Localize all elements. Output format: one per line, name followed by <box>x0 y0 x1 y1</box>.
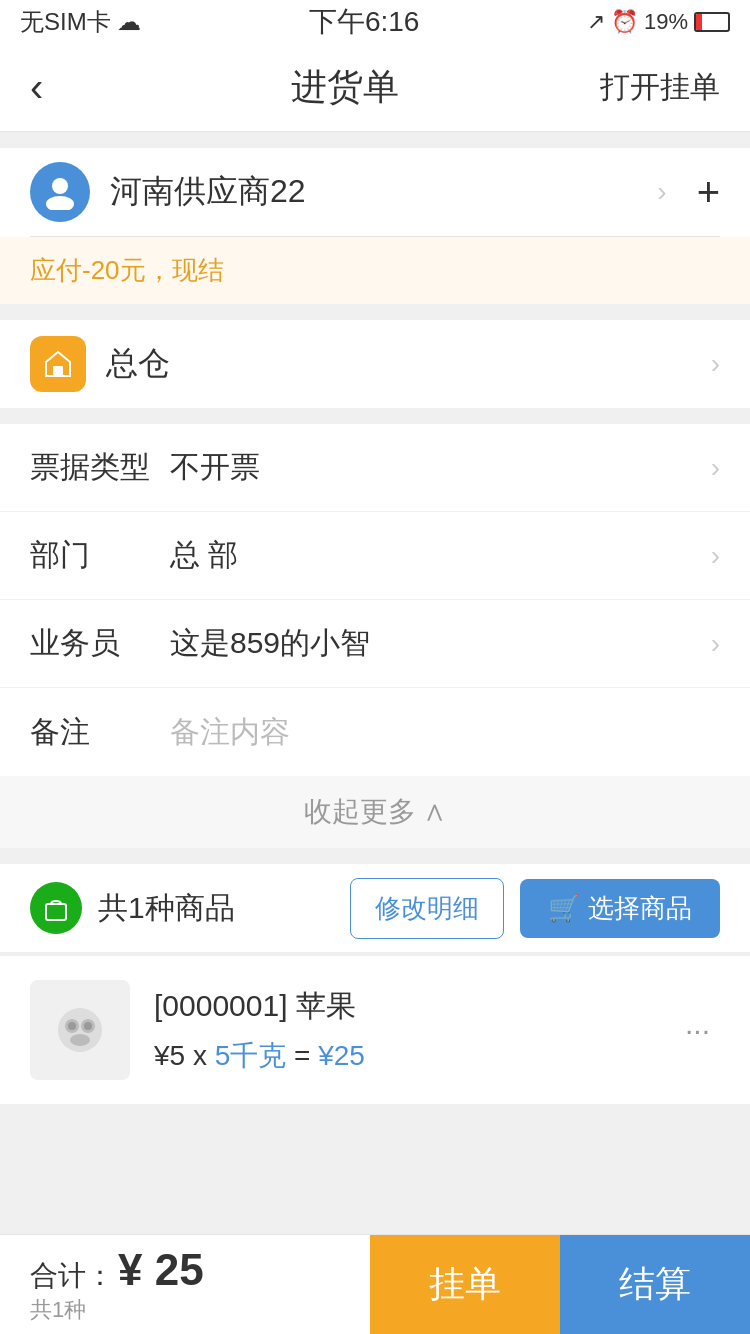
bottom-padding <box>0 1104 750 1224</box>
battery-icon <box>694 12 730 32</box>
open-pending-button[interactable]: 打开挂单 <box>600 67 720 108</box>
invoice-type-label: 票据类型 <box>30 447 170 488</box>
battery-text: 19% <box>644 9 688 35</box>
status-time: 下午6:16 <box>309 3 420 41</box>
warehouse-row[interactable]: 总仓 › <box>0 320 750 408</box>
remark-label: 备注 <box>30 712 170 753</box>
warehouse-icon <box>30 336 86 392</box>
collapse-button[interactable]: 收起更多 ∧ <box>0 776 750 848</box>
product-info: [0000001] 苹果 ¥5 x 5千克 = ¥25 <box>154 986 675 1075</box>
status-right: ↗ ⏰ 19% <box>587 9 730 35</box>
salesperson-value: 这是859的小智 <box>170 623 711 664</box>
svg-point-8 <box>84 1022 92 1030</box>
product-thumbnail <box>30 980 130 1080</box>
location-icon: ↗ <box>587 9 605 35</box>
warehouse-arrow-icon: › <box>711 348 720 380</box>
department-arrow: › <box>711 540 720 572</box>
department-label: 部门 <box>30 535 170 576</box>
product-item: [0000001] 苹果 ¥5 x 5千克 = ¥25 ··· <box>0 956 750 1104</box>
supplier-row[interactable]: 河南供应商22 › + <box>0 148 750 236</box>
gap-1 <box>0 132 750 148</box>
remark-input[interactable]: 备注内容 <box>170 712 720 753</box>
supplier-name: 河南供应商22 <box>110 170 657 214</box>
invoice-type-value: 不开票 <box>170 447 711 488</box>
total-count: 共1种 <box>30 1295 340 1325</box>
department-row[interactable]: 部门 总 部 › <box>0 512 750 600</box>
department-value: 总 部 <box>170 535 711 576</box>
salesperson-arrow: › <box>711 628 720 660</box>
invoice-type-row[interactable]: 票据类型 不开票 › <box>0 424 750 512</box>
salesperson-label: 业务员 <box>30 623 170 664</box>
total-amount: ¥ 25 <box>118 1245 204 1295</box>
total-section: 合计： ¥ 25 共1种 <box>0 1245 370 1325</box>
person-icon <box>42 174 78 210</box>
gap-4 <box>0 848 750 864</box>
product-price: ¥5 x 5千克 = ¥25 <box>154 1037 675 1075</box>
status-carrier: 无SIM卡 ☁ <box>20 6 141 38</box>
supplier-avatar <box>30 162 90 222</box>
svg-point-0 <box>52 178 68 194</box>
add-supplier-button[interactable]: + <box>697 170 720 215</box>
product-code: [0000001] <box>154 989 287 1022</box>
checkout-button[interactable]: 结算 <box>560 1235 750 1335</box>
warehouse-name: 总仓 <box>106 342 711 386</box>
back-button[interactable]: ‹ <box>30 65 90 110</box>
gap-3 <box>0 408 750 424</box>
svg-point-9 <box>70 1034 90 1046</box>
edit-detail-button[interactable]: 修改明细 <box>350 878 504 939</box>
products-count: 共1种商品 <box>98 888 350 929</box>
products-divider <box>0 952 750 954</box>
equals-sign: = <box>294 1040 318 1071</box>
total-row: 合计： ¥ 25 <box>30 1245 340 1295</box>
svg-point-1 <box>46 196 74 210</box>
products-icon <box>30 882 82 934</box>
alarm-icon: ⏰ <box>611 9 638 35</box>
unit-price: ¥5 <box>154 1040 185 1071</box>
supplier-card: 河南供应商22 › + 应付-20元，现结 <box>0 148 750 304</box>
supplier-arrow-icon: › <box>657 176 666 208</box>
multiply-sign: x <box>193 1040 215 1071</box>
cart-icon: 🛒 <box>548 893 580 924</box>
form-section: 票据类型 不开票 › 部门 总 部 › 业务员 这是859的小智 › 备注 备注… <box>0 424 750 776</box>
home-icon <box>42 348 74 380</box>
product-name: [0000001] 苹果 <box>154 986 675 1027</box>
bottom-bar: 合计： ¥ 25 共1种 挂单 结算 <box>0 1234 750 1334</box>
svg-rect-3 <box>46 904 66 920</box>
total-label: 合计： <box>30 1257 114 1295</box>
remark-row[interactable]: 备注 备注内容 <box>0 688 750 776</box>
select-product-label: 选择商品 <box>588 891 692 926</box>
quantity: 5千克 <box>215 1040 287 1071</box>
invoice-type-arrow: › <box>711 452 720 484</box>
svg-rect-2 <box>53 366 63 376</box>
salesperson-row[interactable]: 业务员 这是859的小智 › <box>0 600 750 688</box>
page-title: 进货单 <box>291 63 399 112</box>
select-product-button[interactable]: 🛒 选择商品 <box>520 879 720 938</box>
owl-icon <box>50 1000 110 1060</box>
products-header: 共1种商品 修改明细 🛒 选择商品 <box>0 864 750 952</box>
hang-order-button[interactable]: 挂单 <box>370 1235 560 1335</box>
nav-bar: ‹ 进货单 打开挂单 <box>0 44 750 132</box>
carrier-text: 无SIM卡 ☁ <box>20 6 141 38</box>
product-title: 苹果 <box>296 989 356 1022</box>
gap-2 <box>0 304 750 320</box>
notice-bar: 应付-20元，现结 <box>0 237 750 304</box>
product-more-button[interactable]: ··· <box>675 1003 720 1057</box>
svg-point-7 <box>68 1022 76 1030</box>
bag-icon <box>42 894 70 922</box>
total-price: ¥25 <box>318 1040 365 1071</box>
status-bar: 无SIM卡 ☁ 下午6:16 ↗ ⏰ 19% <box>0 0 750 44</box>
